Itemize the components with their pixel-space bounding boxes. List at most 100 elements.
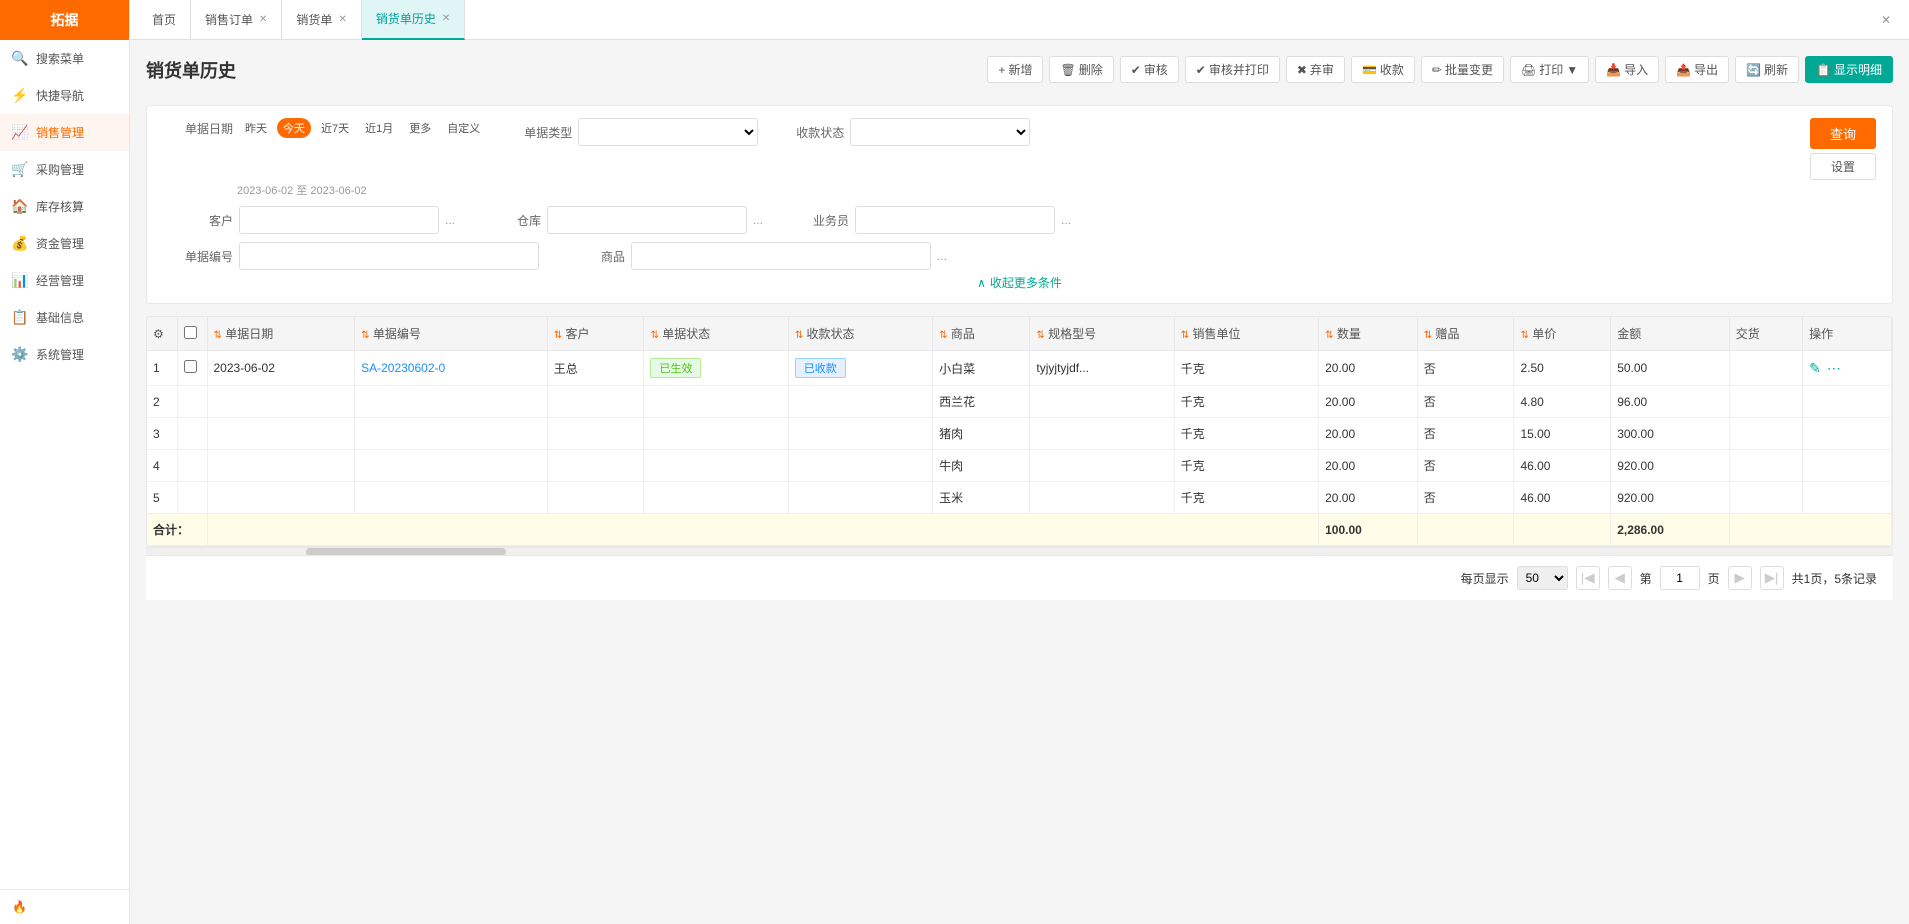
sidebar-item-purchase-mgmt[interactable]: 🛒 采购管理 — [0, 151, 129, 188]
sidebar-item-quick-nav[interactable]: ⚡ 快捷导航 — [0, 77, 129, 114]
collect-label: 收款 — [1380, 61, 1404, 78]
row-amount: 920.00 — [1611, 450, 1730, 482]
last-page-button[interactable]: ▶| — [1760, 566, 1784, 590]
th-spec[interactable]: ⇅ 规格型号 — [1030, 317, 1174, 351]
sidebar-item-finance[interactable]: 💰 资金管理 — [0, 225, 129, 262]
row-checkbox[interactable] — [177, 351, 207, 386]
goods-input[interactable] — [631, 242, 931, 270]
date-tag-1month[interactable]: 近1月 — [359, 118, 399, 138]
more-icon[interactable]: ⋯ — [1827, 360, 1841, 377]
th-doc-date[interactable]: ⇅ 单据日期 — [207, 317, 355, 351]
delete-button[interactable]: 🗑 删除 — [1049, 56, 1113, 83]
row-checkbox[interactable] — [177, 450, 207, 482]
th-qty[interactable]: ⇅ 数量 — [1319, 317, 1418, 351]
tab-sales-goods[interactable]: 销货单 ✕ — [282, 0, 361, 40]
staff-ellipsis[interactable]: ... — [1061, 213, 1071, 227]
date-label: 单据日期 — [163, 120, 233, 137]
row-gift: 否 — [1417, 386, 1514, 418]
sidebar-item-search-menu[interactable]: 🔍 搜索菜单 — [0, 40, 129, 77]
system-mgmt-icon: ⚙️ — [12, 347, 28, 363]
date-tag-custom[interactable]: 自定义 — [441, 118, 486, 138]
set-button[interactable]: 设置 — [1810, 153, 1876, 180]
warehouse-ellipsis[interactable]: ... — [753, 213, 763, 227]
th-customer[interactable]: ⇅ 客户 — [547, 317, 644, 351]
staff-input[interactable] — [855, 206, 1055, 234]
tab-bar-close-all[interactable]: ✕ — [1871, 13, 1901, 27]
date-tag-today[interactable]: 今天 — [277, 118, 311, 138]
next-page-button[interactable]: ▶ — [1728, 566, 1752, 590]
doc-no-link[interactable]: SA-20230602-0 — [361, 361, 445, 375]
approve-button[interactable]: ✔ 审核 — [1120, 56, 1179, 83]
row-qty: 20.00 — [1319, 351, 1418, 386]
print-button[interactable]: 🖨 打印 ▼ — [1510, 56, 1589, 83]
sidebar-item-label-purchase-mgmt: 采购管理 — [36, 161, 84, 178]
th-unit[interactable]: ⇅ 销售单位 — [1174, 317, 1318, 351]
select-all-checkbox[interactable] — [184, 326, 197, 339]
sidebar-item-basic-info[interactable]: 📋 基础信息 — [0, 299, 129, 336]
sidebar-bottom-fire[interactable]: 🔥 — [0, 890, 129, 924]
sort-payment-status-icon: ⇅ — [795, 330, 803, 341]
edit-icon[interactable]: ✎ — [1809, 360, 1821, 377]
sidebar-item-sales-mgmt[interactable]: 📈 销售管理 — [0, 114, 129, 151]
first-page-button[interactable]: |◀ — [1576, 566, 1600, 590]
th-goods[interactable]: ⇅ 商品 — [933, 317, 1030, 351]
th-price[interactable]: ⇅ 单价 — [1514, 317, 1611, 351]
tab-sales-history-close[interactable]: ✕ — [442, 13, 450, 24]
row-customer — [547, 450, 644, 482]
th-payment-status[interactable]: ⇅ 收款状态 — [788, 317, 932, 351]
th-gift[interactable]: ⇅ 赠品 — [1417, 317, 1514, 351]
query-button[interactable]: 查询 — [1810, 118, 1876, 149]
sidebar-item-operations[interactable]: 📊 经营管理 — [0, 262, 129, 299]
new-button[interactable]: + 新增 — [987, 56, 1043, 83]
collapse-button[interactable]: ∧ 收起更多条件 — [163, 274, 1876, 291]
horizontal-scrollbar[interactable] — [146, 547, 1893, 555]
row-checkbox[interactable] — [177, 482, 207, 514]
th-doc-status[interactable]: ⇅ 单据状态 — [644, 317, 788, 351]
tab-home[interactable]: 首页 — [138, 0, 191, 40]
customer-input[interactable] — [239, 206, 439, 234]
print-icon: 🖨 — [1521, 63, 1536, 77]
row-checkbox[interactable] — [177, 418, 207, 450]
inventory-icon: 🏠 — [12, 199, 28, 215]
payment-status-select[interactable] — [850, 118, 1030, 146]
total-info: 共1页，5条记录 — [1792, 570, 1877, 587]
date-tag-more[interactable]: 更多 — [403, 118, 437, 138]
tab-sales-order-close[interactable]: ✕ — [259, 14, 267, 25]
warehouse-input[interactable] — [547, 206, 747, 234]
doc-no-input[interactable] — [239, 242, 539, 270]
row-payment-status — [788, 386, 932, 418]
row-doc-status — [644, 418, 788, 450]
sort-unit-icon: ⇅ — [1181, 330, 1189, 341]
sidebar-bottom: 🔥 — [0, 889, 129, 924]
tab-sales-goods-close[interactable]: ✕ — [338, 14, 346, 25]
approve-print-button[interactable]: ✔ 审核并打印 — [1185, 56, 1280, 83]
abandon-icon: ✖ — [1297, 63, 1307, 77]
th-gear[interactable]: ⚙ — [147, 317, 177, 351]
tab-sales-history[interactable]: 销货单历史 ✕ — [362, 0, 465, 40]
row-select-checkbox[interactable] — [184, 360, 197, 373]
th-doc-no[interactable]: ⇅ 单据编号 — [355, 317, 548, 351]
collect-button[interactable]: 💳 收款 — [1351, 56, 1415, 83]
batch-change-button[interactable]: ✏ 批量变更 — [1421, 56, 1504, 83]
abandon-button[interactable]: ✖ 弃审 — [1286, 56, 1345, 83]
refresh-button[interactable]: 🔄 刷新 — [1735, 56, 1799, 83]
table-row: 3 猪肉 千克 20.00 否 15.00 300.00 — [147, 418, 1892, 450]
sidebar-item-inventory[interactable]: 🏠 库存核算 — [0, 188, 129, 225]
show-detail-button[interactable]: 📋 显示明细 — [1805, 56, 1893, 83]
sidebar-item-system[interactable]: ⚙️ 系统管理 — [0, 336, 129, 373]
doc-status-badge: 已生效 — [650, 358, 701, 378]
prev-page-button[interactable]: ◀ — [1608, 566, 1632, 590]
row-doc-status — [644, 450, 788, 482]
customer-ellipsis[interactable]: ... — [445, 213, 455, 227]
per-page-select[interactable]: 50 20 100 — [1517, 566, 1568, 590]
doc-type-select[interactable] — [578, 118, 758, 146]
goods-ellipsis[interactable]: ... — [937, 249, 947, 263]
sidebar-item-label-basic-info: 基础信息 — [36, 309, 84, 326]
export-button[interactable]: 📤 导出 — [1665, 56, 1729, 83]
import-button[interactable]: 📥 导入 — [1595, 56, 1659, 83]
tab-sales-order[interactable]: 销售订单 ✕ — [191, 0, 282, 40]
page-number-input[interactable] — [1660, 566, 1700, 590]
row-checkbox[interactable] — [177, 386, 207, 418]
date-tag-7days[interactable]: 近7天 — [315, 118, 355, 138]
date-tag-yesterday[interactable]: 昨天 — [239, 118, 273, 138]
